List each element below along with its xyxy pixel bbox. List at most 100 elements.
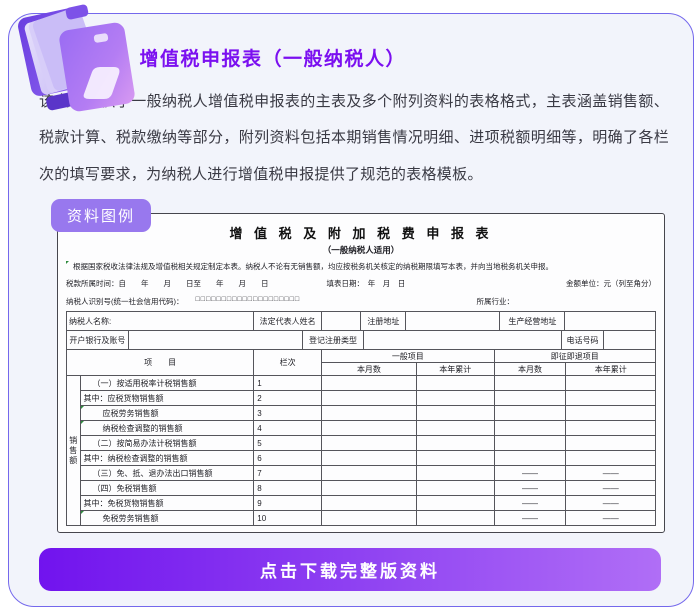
cell-general-month	[322, 376, 417, 391]
header-ytd-2: 本年累计	[566, 363, 656, 376]
cell-refund-month: ——	[494, 466, 566, 481]
cell-general-ytd	[416, 391, 494, 406]
row-no: 1	[254, 376, 322, 391]
cell-general-ytd	[416, 421, 494, 436]
table-row: 其中：应税货物销售额 2	[67, 391, 656, 406]
cell-refund-ytd	[566, 406, 656, 421]
cell-refund-month	[494, 391, 566, 406]
cell-refund-month	[494, 406, 566, 421]
row-label: 应税劳务销售额	[80, 406, 254, 421]
cell-refund-month	[494, 451, 566, 466]
download-button[interactable]: 点击下载完整版资料	[39, 548, 661, 591]
business-address-value	[565, 312, 656, 331]
row-no: 8	[254, 481, 322, 496]
cell-refund-ytd: ——	[566, 466, 656, 481]
header-refund: 即征即退项目	[494, 350, 655, 363]
taxpayer-info-table-row2: 开户银行及账号 登记注册类型 电话号码	[66, 330, 656, 350]
table-header-row: 项 目 栏次 一般项目 即征即退项目	[67, 350, 656, 363]
taxpayer-id-boxes: □□□□□□□□□□□□□□□□□□□□	[196, 296, 301, 307]
cell-refund-month: ——	[494, 481, 566, 496]
cell-general-month	[322, 406, 417, 421]
cell-refund-month	[494, 421, 566, 436]
header-month-1: 本月数	[322, 363, 417, 376]
table-row: 销售额 （一）按适用税率计税销售额 1	[67, 376, 656, 391]
bank-account-value	[128, 331, 302, 350]
form-unit: 金额单位：元（列至角分）	[566, 278, 656, 289]
table-row: （二）按简易办法计税销售额 5	[67, 436, 656, 451]
cell-general-ytd	[416, 481, 494, 496]
row-label: （二）按简易办法计税销售额	[80, 436, 254, 451]
cell-general-month	[322, 466, 417, 481]
form-fill-date: 填表日期： 年 月 日	[327, 278, 406, 289]
taxpayer-info-table-row1: 纳税人名称: 法定代表人姓名 注册地址 生产经营地址	[66, 311, 656, 331]
cell-general-month	[322, 511, 417, 526]
row-label: （三）免、抵、退办法出口销售额	[80, 466, 254, 481]
cell-refund-ytd	[566, 421, 656, 436]
folder-documents-icon	[6, 0, 146, 118]
form-subtitle: （一般纳税人适用）	[66, 244, 656, 256]
page: ● 增值税申报表（一般纳税人） 该文档提供了一般纳税人增值税申报表的主表及多个附…	[0, 0, 700, 613]
header-general: 一般项目	[322, 350, 495, 363]
phone-value	[603, 331, 655, 350]
group-label-sales: 销售额	[67, 376, 81, 526]
table-row: （四）免税销售额 8 —— ——	[67, 481, 656, 496]
header-column-no: 栏次	[254, 350, 322, 376]
row-no: 7	[254, 466, 322, 481]
row-no: 4	[254, 421, 322, 436]
row-label: 纳税检查调整的销售额	[80, 421, 254, 436]
table-row: （三）免、抵、退办法出口销售额 7 —— ——	[67, 466, 656, 481]
cell-refund-ytd	[566, 436, 656, 451]
example-label-badge: 资料图例	[51, 199, 151, 232]
row-label: （一）按适用税率计税销售额	[80, 376, 254, 391]
cell-general-ytd	[416, 451, 494, 466]
table-row: 其中：免税货物销售额 9 —— ——	[67, 496, 656, 511]
cell-refund-month: ——	[494, 511, 566, 526]
cell-refund-ytd: ——	[566, 511, 656, 526]
legal-rep-value	[322, 312, 361, 331]
form-note: 根据国家税收法律法规及增值税相关规定制定本表。纳税人不论有无销售额，均应按税务机…	[66, 261, 656, 272]
form-meta-line: 税款所属时间：自 年 月 日至 年 月 日 填表日期： 年 月 日 金额单位：元…	[66, 278, 656, 289]
registered-address-label: 注册地址	[361, 312, 406, 331]
cell-general-ytd	[416, 406, 494, 421]
table-row: 应税劳务销售额 3	[67, 406, 656, 421]
row-no: 2	[254, 391, 322, 406]
taxpayer-name-label: 纳税人名称:	[67, 312, 254, 331]
table-row: 纳税人名称: 法定代表人姓名 注册地址 生产经营地址	[67, 312, 656, 331]
cell-refund-ytd	[566, 391, 656, 406]
cell-general-ytd	[416, 496, 494, 511]
table-row: 免税劳务销售额 10 —— ——	[67, 511, 656, 526]
row-no: 6	[254, 451, 322, 466]
taxpayer-id-label: 纳税人识别号(统一社会信用代码)：	[66, 296, 184, 307]
sales-table: 项 目 栏次 一般项目 即征即退项目 本月数 本年累计 本月数 本年累计 销售额…	[66, 349, 656, 526]
cell-general-month	[322, 436, 417, 451]
row-label: 其中：纳税检查调整的销售额	[80, 451, 254, 466]
table-row: 纳税检查调整的销售额 4	[67, 421, 656, 436]
bank-account-label: 开户银行及账号	[67, 331, 129, 350]
example-figure-box: 资料图例 增 值 税 及 附 加 税 费 申 报 表 （一般纳税人适用） 根据国…	[57, 213, 665, 533]
row-label: （四）免税销售额	[80, 481, 254, 496]
phone-label: 电话号码	[562, 331, 603, 350]
row-no: 3	[254, 406, 322, 421]
form-title: 增 值 税 及 附 加 税 费 申 报 表	[66, 223, 656, 242]
cell-general-month	[322, 421, 417, 436]
row-no: 9	[254, 496, 322, 511]
header-item: 项 目	[67, 350, 254, 376]
cell-general-month	[322, 391, 417, 406]
row-label: 其中：应税货物销售额	[80, 391, 254, 406]
header-month-2: 本月数	[494, 363, 566, 376]
legal-rep-label: 法定代表人姓名	[254, 312, 322, 331]
cell-general-month	[322, 451, 417, 466]
cell-refund-ytd: ——	[566, 481, 656, 496]
table-row: 开户银行及账号 登记注册类型 电话号码	[67, 331, 656, 350]
page-title: 增值税申报表（一般纳税人）	[139, 44, 406, 71]
cell-refund-month	[494, 376, 566, 391]
cell-general-ytd	[416, 466, 494, 481]
registration-type-value	[364, 331, 562, 350]
row-label: 其中：免税货物销售额	[80, 496, 254, 511]
row-no: 5	[254, 436, 322, 451]
row-no: 10	[254, 511, 322, 526]
page-title-row: ● 增值税申报表（一般纳税人）	[116, 44, 406, 71]
cell-general-ytd	[416, 436, 494, 451]
row-label: 免税劳务销售额	[80, 511, 254, 526]
registration-type-label: 登记注册类型	[302, 331, 364, 350]
